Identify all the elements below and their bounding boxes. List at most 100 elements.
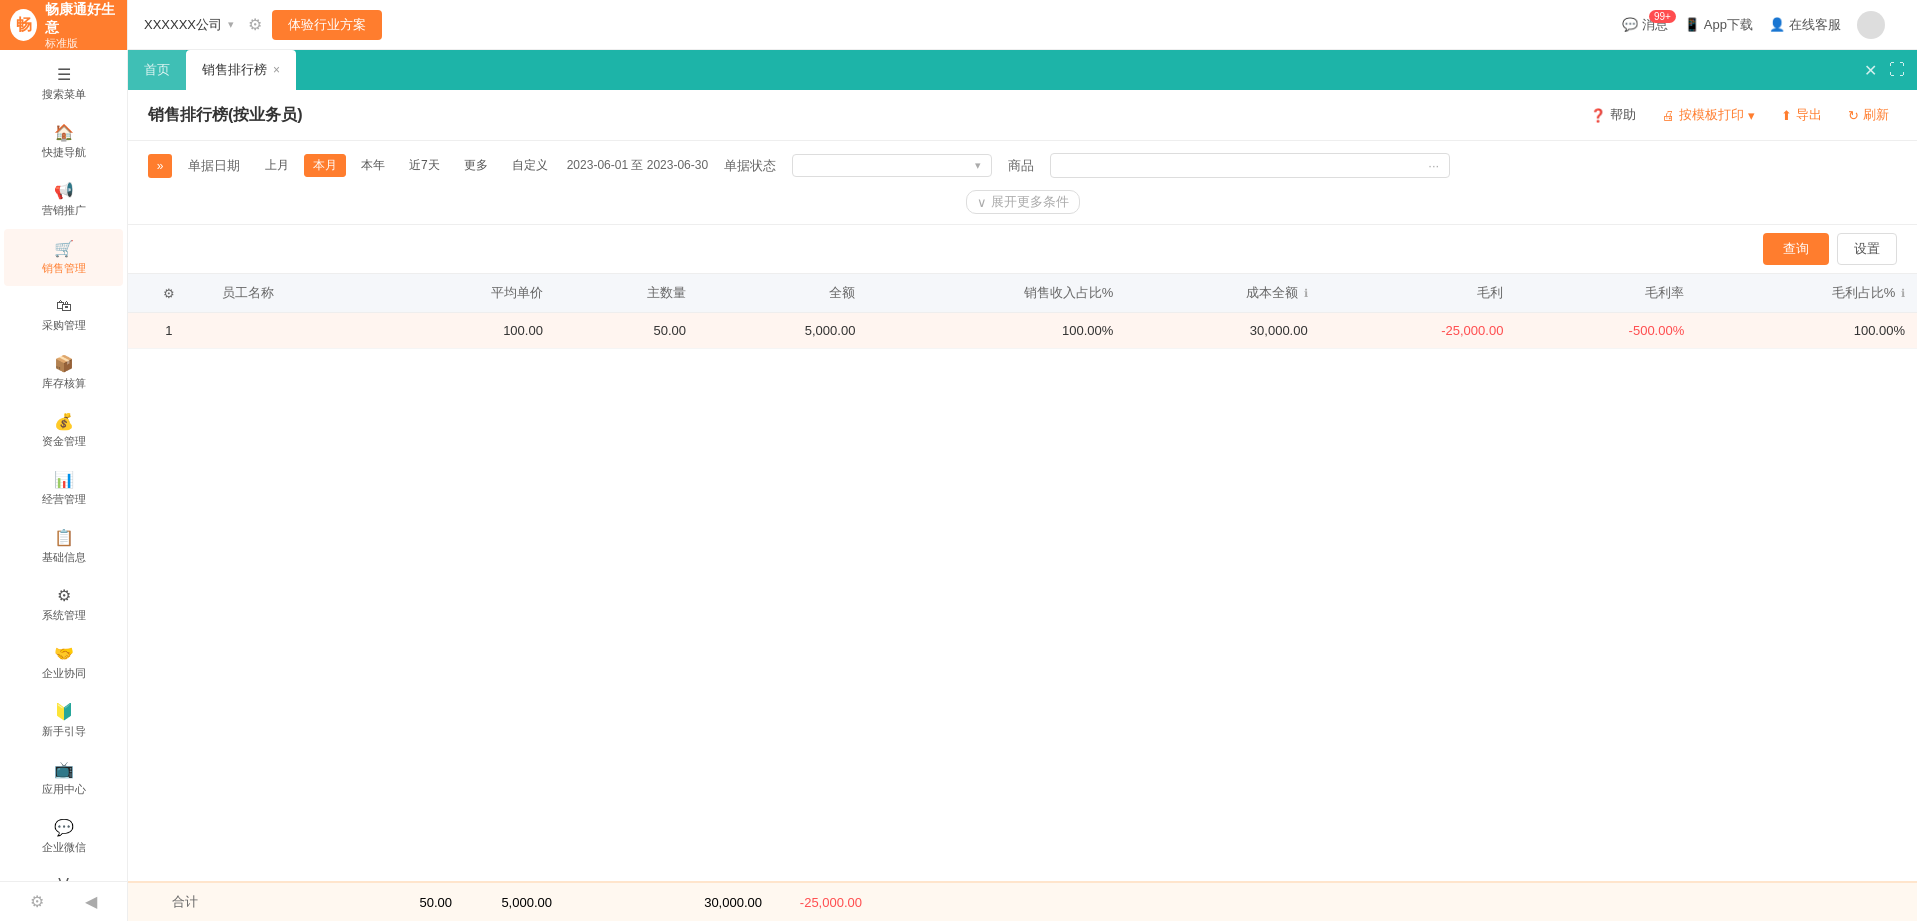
app-icon: 📱: [1684, 17, 1700, 32]
help-icon: ❓: [1590, 108, 1606, 123]
print-arrow-icon: ▾: [1748, 108, 1755, 123]
table-footer: 合计 50.00 5,000.00 30,000.00 -25,000.00: [128, 881, 1917, 921]
cell-gross_rate: -500.00%: [1515, 313, 1696, 349]
sidebar-item-corp-wechat[interactable]: 💬 企业微信: [4, 808, 123, 865]
system-icon: ⚙: [57, 586, 71, 605]
date-btn-custom[interactable]: 自定义: [503, 154, 557, 177]
main-area: XXXXXX公司 ▾ ⚙ 体验行业方案 💬 消息 99+ 📱 App下载 👤 在…: [128, 0, 1917, 921]
sidebar-item-app-center[interactable]: 📺 应用中心: [4, 750, 123, 807]
date-btn-more[interactable]: 更多: [455, 154, 497, 177]
settings-button[interactable]: 设置: [1837, 233, 1897, 265]
avatar[interactable]: [1857, 11, 1885, 39]
print-button[interactable]: 🖨 按模板打印 ▾: [1654, 102, 1763, 128]
sidebar-item-inventory[interactable]: 📦 库存核算: [4, 344, 123, 401]
sidebar-item-marketing[interactable]: 📢 营销推广: [4, 171, 123, 228]
col-gross: 毛利: [1320, 274, 1516, 313]
date-btn-7days[interactable]: 近7天: [400, 154, 449, 177]
tab-home[interactable]: 首页: [128, 50, 186, 90]
system-label: 系统管理: [42, 608, 86, 623]
sales-label: 销售管理: [42, 261, 86, 276]
date-range-display: 2023-06-01 至 2023-06-30: [567, 157, 708, 174]
sidebar-item-finance[interactable]: 💰 资金管理: [4, 402, 123, 459]
date-btn-this-year[interactable]: 本年: [352, 154, 394, 177]
marketing-icon: 📢: [54, 181, 74, 200]
operations-icon: 📊: [54, 470, 74, 489]
app-center-label: 应用中心: [42, 782, 86, 797]
sidebar-item-quick-nav[interactable]: 🏠 快捷导航: [4, 113, 123, 170]
service-button[interactable]: 👤 在线客服: [1769, 16, 1841, 34]
sidebar-item-guide[interactable]: 🔰 新手引导: [4, 692, 123, 749]
col-gross-rate: 毛利率: [1515, 274, 1696, 313]
filter-collapse-btn[interactable]: »: [148, 154, 172, 178]
topbar-right: 💬 消息 99+ 📱 App下载 👤 在线客服: [1622, 11, 1901, 39]
sidebar-item-operations[interactable]: 📊 经营管理: [4, 460, 123, 517]
corp-collab-icon: 🤝: [54, 644, 74, 663]
collapse-icon[interactable]: ◀: [85, 892, 97, 911]
sidebar-item-corp-collab[interactable]: 🤝 企业协同: [4, 634, 123, 691]
sidebar-item-system[interactable]: ⚙ 系统管理: [4, 576, 123, 633]
sidebar-item-purchase[interactable]: 🛍 采购管理: [4, 287, 123, 343]
tab-close-icon[interactable]: ×: [273, 63, 280, 77]
sidebar-item-sales[interactable]: 🛒 销售管理: [4, 229, 123, 286]
topbar-gear-icon[interactable]: ⚙: [248, 15, 262, 34]
sidebar-item-basic-info[interactable]: 📋 基础信息: [4, 518, 123, 575]
goods-input[interactable]: ···: [1050, 153, 1450, 178]
footer-cost: 30,000.00: [662, 895, 762, 910]
tabbar-close-button[interactable]: ✕: [1864, 61, 1877, 80]
trial-button[interactable]: 体验行业方案: [272, 10, 382, 40]
export-button[interactable]: ⬆ 导出: [1773, 102, 1830, 128]
goods-more-icon: ···: [1428, 158, 1439, 173]
quick-nav-icon: 🏠: [54, 123, 74, 142]
refresh-button[interactable]: ↻ 刷新: [1840, 102, 1897, 128]
refresh-icon: ↻: [1848, 108, 1859, 123]
gross-pct-help-icon[interactable]: ℹ: [1901, 287, 1905, 299]
company-selector[interactable]: XXXXXX公司 ▾: [144, 16, 234, 34]
finance-icon: 💰: [54, 412, 74, 431]
filter-expand-row: ∨ 展开更多条件: [148, 186, 1897, 218]
tabbar-expand-button[interactable]: ⛶: [1889, 61, 1905, 79]
expand-more-btn[interactable]: ∨ 展开更多条件: [966, 190, 1080, 214]
table-row: 1100.0050.005,000.00100.00%30,000.00-25,…: [128, 313, 1917, 349]
cell-quantity: 50.00: [555, 313, 698, 349]
filter-area: » 单据日期 上月 本月 本年 近7天 更多 自定义 2023-06-01 至 …: [128, 141, 1917, 225]
inventory-icon: 📦: [54, 354, 74, 373]
cell-gross_pct: 100.00%: [1696, 313, 1917, 349]
status-select[interactable]: ▾: [792, 154, 992, 177]
settings-icon[interactable]: ⚙: [30, 892, 44, 911]
home-tab-label: 首页: [144, 61, 170, 79]
quick-nav-label: 快捷导航: [42, 145, 86, 160]
tabbar-right: ✕ ⛶: [1864, 50, 1917, 90]
table-body: 1100.0050.005,000.00100.00%30,000.00-25,…: [128, 313, 1917, 349]
tab-sales-ranking[interactable]: 销售排行榜 ×: [186, 50, 296, 90]
col-name: 员工名称: [210, 274, 383, 313]
date-btn-this-month[interactable]: 本月: [304, 154, 346, 177]
app-download-button[interactable]: 📱 App下载: [1684, 16, 1753, 34]
col-cost: 成本全额 ℹ: [1125, 274, 1319, 313]
expand-icon: ∨: [977, 195, 987, 210]
export-icon: ⬆: [1781, 108, 1792, 123]
sidebar-item-member[interactable]: V 畅会员: [4, 866, 123, 881]
date-btn-last-month[interactable]: 上月: [256, 154, 298, 177]
cell-sales_pct: 100.00%: [867, 313, 1125, 349]
cell-amount: 5,000.00: [698, 313, 867, 349]
search-order-label: 搜索菜单: [42, 87, 86, 102]
query-button[interactable]: 查询: [1763, 233, 1829, 265]
sidebar-item-search-order[interactable]: ☰ 搜索菜单: [4, 55, 123, 112]
date-options: 上月 本月 本年 近7天 更多 自定义 2023-06-01 至 2023-06…: [256, 154, 708, 177]
sales-tab-label: 销售排行榜: [202, 61, 267, 79]
filter-row-1: » 单据日期 上月 本月 本年 近7天 更多 自定义 2023-06-01 至 …: [148, 153, 1897, 178]
sales-icon: 🛒: [54, 239, 74, 258]
tabbar: 首页 销售排行榜 × ✕ ⛶: [128, 50, 1917, 90]
cost-help-icon[interactable]: ℹ: [1304, 287, 1308, 299]
purchase-icon: 🛍: [56, 297, 72, 315]
col-settings-icon[interactable]: ⚙: [128, 274, 210, 313]
guide-label: 新手引导: [42, 724, 86, 739]
col-amount: 全额: [698, 274, 867, 313]
cell-cost: 30,000.00: [1125, 313, 1319, 349]
operations-label: 经营管理: [42, 492, 86, 507]
corp-wechat-icon: 💬: [54, 818, 74, 837]
message-button[interactable]: 💬 消息 99+: [1622, 16, 1668, 34]
help-button[interactable]: ❓ 帮助: [1582, 102, 1644, 128]
table-header-row: ⚙ 员工名称 平均单价 主数量 全额 销售收入占比% 成本全额 ℹ 毛利 毛利率…: [128, 274, 1917, 313]
col-sales-pct: 销售收入占比%: [867, 274, 1125, 313]
